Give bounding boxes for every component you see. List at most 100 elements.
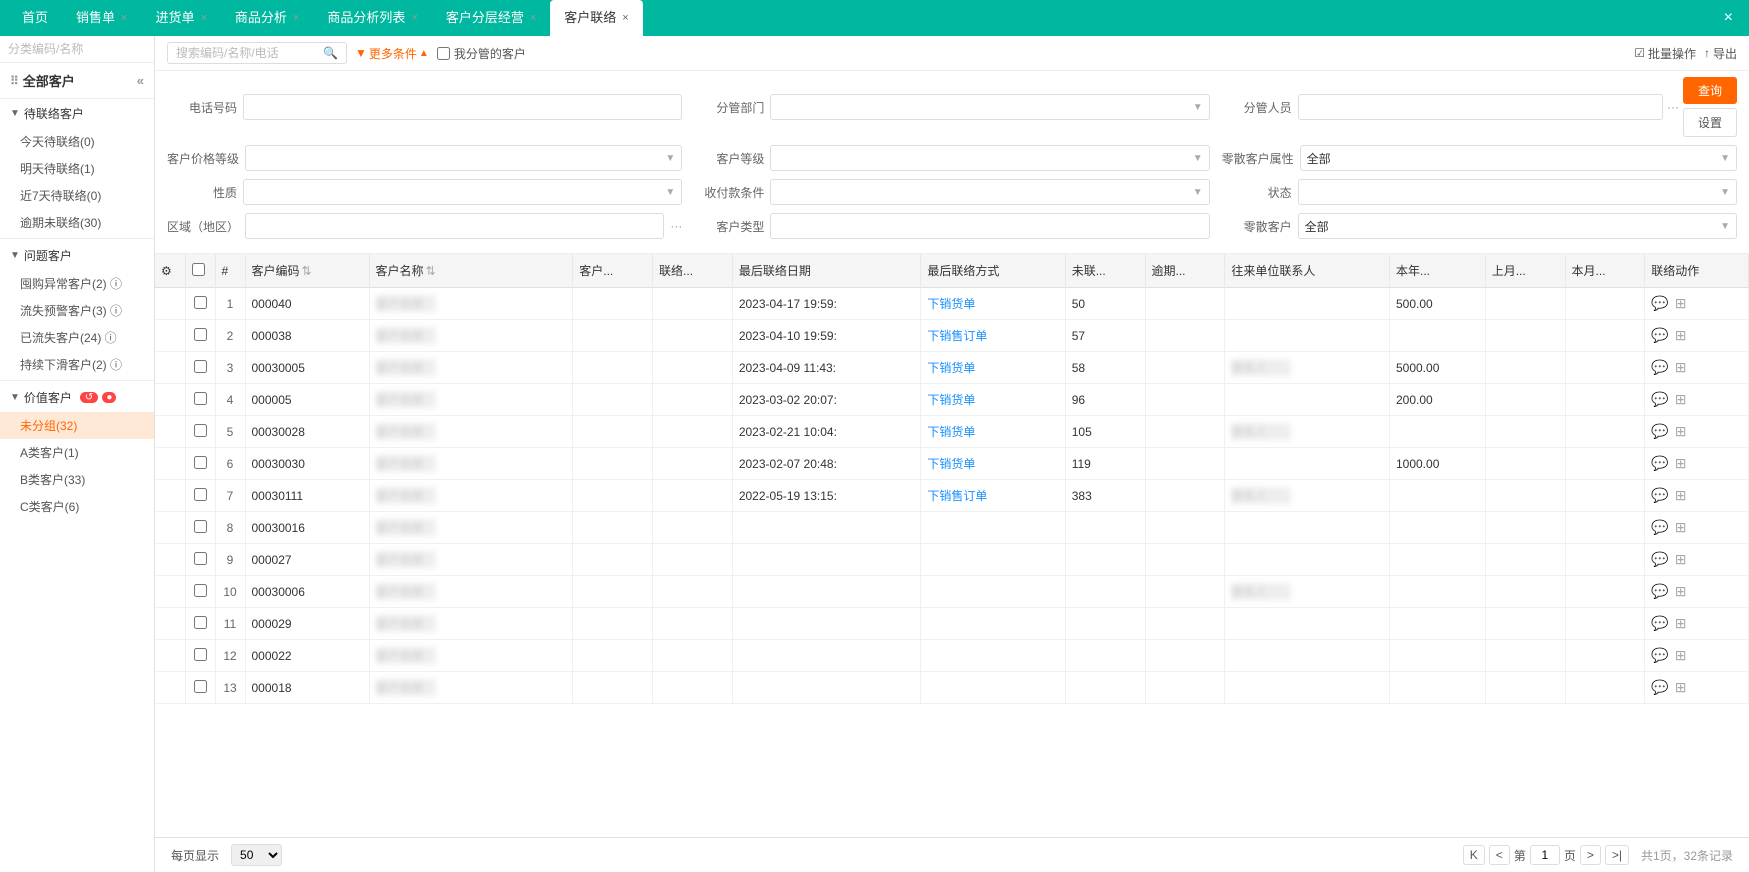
row-checkbox[interactable]: [194, 328, 207, 341]
row-gear[interactable]: [155, 576, 185, 608]
row-checkbox[interactable]: [194, 584, 207, 597]
row-checkbox[interactable]: [194, 392, 207, 405]
last-type-link[interactable]: 下销货单: [927, 361, 975, 375]
chat-icon[interactable]: 💬: [1651, 519, 1668, 536]
query-btn[interactable]: 查询: [1683, 77, 1737, 104]
sidebar-all-customers[interactable]: ⠿ 全部客户 «: [0, 63, 154, 99]
sidebar-section-value[interactable]: ▼ 价值客户 ↺ ●: [0, 383, 154, 412]
row-checkbox[interactable]: [194, 648, 207, 661]
row-checkbox[interactable]: [194, 520, 207, 533]
sidebar-item-tomorrow[interactable]: 明天待联络(1): [0, 155, 154, 182]
row-checkbox[interactable]: [194, 616, 207, 629]
status-select[interactable]: ▼: [1298, 179, 1737, 205]
col-gear[interactable]: ⚙: [155, 254, 185, 288]
tab-customer-contact[interactable]: 客户联络 ×: [550, 0, 642, 36]
main-search-input[interactable]: [176, 46, 319, 60]
search-icon[interactable]: 🔍: [323, 46, 338, 60]
row-checkbox[interactable]: [194, 456, 207, 469]
select-all-checkbox[interactable]: [192, 263, 205, 276]
chat-icon[interactable]: 💬: [1651, 679, 1668, 696]
grid-icon[interactable]: ⊞: [1675, 679, 1687, 696]
phone-input[interactable]: [243, 94, 682, 120]
customer-level-select[interactable]: ▼: [770, 145, 1209, 171]
my-customers-checkbox[interactable]: [437, 47, 450, 60]
last-type-link[interactable]: 下销货单: [927, 425, 975, 439]
tab-sales-order[interactable]: 销售单 ×: [62, 0, 141, 36]
row-gear[interactable]: [155, 352, 185, 384]
grid-icon[interactable]: ⊞: [1675, 295, 1687, 312]
row-checkbox[interactable]: [194, 680, 207, 693]
chat-icon[interactable]: 💬: [1651, 391, 1668, 408]
grid-icon[interactable]: ⊞: [1675, 487, 1687, 504]
tab-product-analysis-list[interactable]: 商品分析列表 ×: [313, 0, 431, 36]
row-gear[interactable]: [155, 480, 185, 512]
region-input[interactable]: [245, 213, 664, 239]
grid-icon[interactable]: ⊞: [1675, 391, 1687, 408]
customer-type-input[interactable]: [770, 213, 1209, 239]
grid-icon[interactable]: ⊞: [1675, 359, 1687, 376]
zero-customer-select[interactable]: 全部 ▼: [1298, 213, 1737, 239]
batch-op-btn[interactable]: ☑ 批量操作: [1634, 45, 1696, 62]
last-type-link[interactable]: 下销货单: [927, 297, 975, 311]
sidebar-item-declining[interactable]: 持续下滑客户(2) ⓘ: [0, 351, 154, 378]
row-gear[interactable]: [155, 672, 185, 704]
sidebar-collapse-icon[interactable]: «: [137, 73, 144, 88]
sidebar-item-class-b[interactable]: B类客户(33): [0, 466, 154, 493]
grid-icon[interactable]: ⊞: [1675, 647, 1687, 664]
reset-btn[interactable]: 设置: [1683, 108, 1737, 137]
grid-icon[interactable]: ⊞: [1675, 327, 1687, 344]
last-type-link[interactable]: 下销售订单: [927, 489, 987, 503]
person-input[interactable]: [1298, 94, 1663, 120]
row-checkbox[interactable]: [194, 552, 207, 565]
grid-icon[interactable]: ⊞: [1675, 455, 1687, 472]
col-code[interactable]: 客户编码⇅: [245, 254, 369, 288]
sidebar-section-pending[interactable]: ▼ 待联络客户: [0, 99, 154, 128]
tab-purchase-order[interactable]: 进货单 ×: [141, 0, 220, 36]
sidebar-item-overdue[interactable]: 逾期未联络(30): [0, 209, 154, 236]
grid-icon[interactable]: ⊞: [1675, 551, 1687, 568]
payment-select[interactable]: ▼: [770, 179, 1209, 205]
price-level-select[interactable]: ▼: [245, 145, 682, 171]
row-gear[interactable]: [155, 416, 185, 448]
row-checkbox[interactable]: [194, 296, 207, 309]
first-page-btn[interactable]: K: [1463, 845, 1485, 865]
tab-home[interactable]: 首页: [8, 0, 62, 36]
sidebar-item-today[interactable]: 今天待联络(0): [0, 128, 154, 155]
close-icon[interactable]: ×: [121, 0, 127, 36]
col-name[interactable]: 客户名称⇅: [369, 254, 573, 288]
close-icon[interactable]: ×: [200, 0, 206, 36]
dept-select[interactable]: ▼: [770, 94, 1209, 120]
nav-close-btn[interactable]: ×: [1716, 9, 1741, 27]
next-page-btn[interactable]: >: [1580, 845, 1601, 865]
chat-icon[interactable]: 💬: [1651, 615, 1668, 632]
close-icon[interactable]: ×: [622, 0, 628, 36]
export-btn[interactable]: ↑ 导出: [1704, 45, 1737, 62]
grid-icon[interactable]: ⊞: [1675, 583, 1687, 600]
last-page-btn[interactable]: >|: [1605, 845, 1629, 865]
sidebar-item-7days[interactable]: 近7天待联络(0): [0, 182, 154, 209]
row-gear[interactable]: [155, 608, 185, 640]
sidebar-item-lost[interactable]: 已流失客户(24) ⓘ: [0, 324, 154, 351]
prev-page-btn[interactable]: <: [1489, 845, 1510, 865]
chat-icon[interactable]: 💬: [1651, 487, 1668, 504]
tab-product-analysis[interactable]: 商品分析 ×: [221, 0, 313, 36]
chat-icon[interactable]: 💬: [1651, 327, 1668, 344]
person-more-icon[interactable]: ···: [1667, 100, 1679, 114]
sidebar-item-ungroup[interactable]: 未分组(32): [0, 412, 154, 439]
sidebar-item-class-c[interactable]: C类客户(6): [0, 493, 154, 520]
last-type-link[interactable]: 下销售订单: [927, 329, 987, 343]
sidebar-search-input[interactable]: [8, 42, 155, 56]
zero-attr-select[interactable]: 全部 ▼: [1300, 145, 1737, 171]
sidebar-item-class-a[interactable]: A类客户(1): [0, 439, 154, 466]
chat-icon[interactable]: 💬: [1651, 551, 1668, 568]
row-gear[interactable]: [155, 544, 185, 576]
region-more-icon[interactable]: ···: [670, 219, 682, 233]
row-gear[interactable]: [155, 448, 185, 480]
close-icon[interactable]: ×: [411, 0, 417, 36]
more-conditions-btn[interactable]: ▼ 更多条件 ▲: [355, 45, 429, 62]
sidebar-section-problem[interactable]: ▼ 问题客户: [0, 241, 154, 270]
gear-icon[interactable]: ⚙: [161, 264, 172, 278]
chat-icon[interactable]: 💬: [1651, 295, 1668, 312]
chat-icon[interactable]: 💬: [1651, 423, 1668, 440]
grid-icon[interactable]: ⊞: [1675, 423, 1687, 440]
